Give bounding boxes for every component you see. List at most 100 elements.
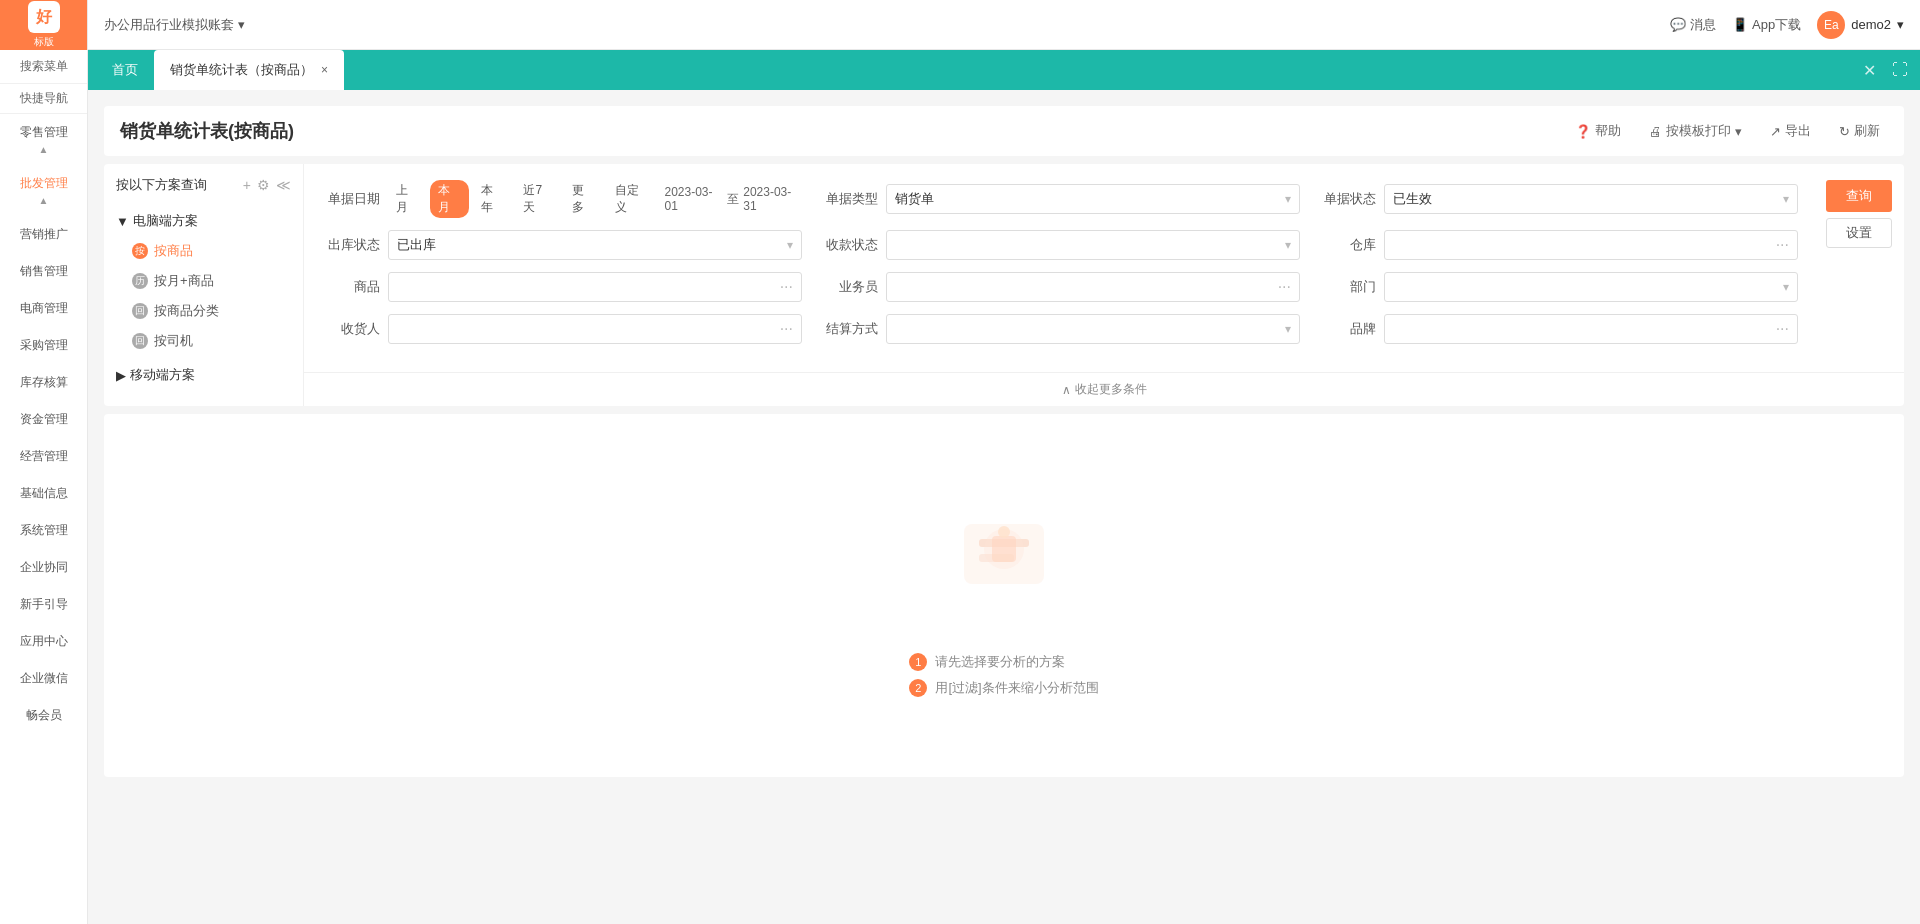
brand-input[interactable]: ··· [1384,314,1798,344]
filter-right: 单据日期 上月 本月 本年 近7天 更多 自定义 [304,164,1904,406]
tab-close-icon[interactable]: × [321,63,328,77]
date-label: 单据日期 [320,190,380,208]
search-menu[interactable]: 搜索菜单 [0,50,87,84]
out-status-caret-icon: ▾ [787,238,793,252]
scheme-item-by-goods[interactable]: 按 按商品 [104,236,303,266]
message-btn[interactable]: 💬 消息 [1670,16,1716,34]
salesman-input[interactable]: ··· [886,272,1300,302]
sidebar-item-finance[interactable]: 资金管理 [0,401,87,438]
settings-button[interactable]: 设置 [1826,218,1892,248]
sidebar-item-apps[interactable]: 应用中心 [0,623,87,660]
nav-label-newbie: 新手引导 [20,596,68,613]
sidebar-item-retail[interactable]: 零售管理▲ [0,114,87,165]
scheme-item-driver[interactable]: 回 按司机 [104,326,303,356]
add-scheme-icon[interactable]: + [243,177,251,193]
scheme-header: 按以下方案查询 + ⚙ ≪ [104,176,303,202]
help-label: 帮助 [1595,122,1621,140]
nav-label-finance: 资金管理 [20,411,68,428]
out-status-label: 出库状态 [320,236,380,254]
collapse-scheme-icon[interactable]: ≪ [276,177,291,193]
logo-subtext: 标版 [34,35,54,49]
sidebar-item-inventory[interactable]: 库存核算 [0,364,87,401]
filter-main: 单据日期 上月 本月 本年 近7天 更多 自定义 [304,164,1904,372]
shortcut-nav[interactable]: 快捷导航 [0,84,87,114]
filter-receive-status-field: 收款状态 ▾ [818,230,1300,260]
filter-scheme-sidebar: 按以下方案查询 + ⚙ ≪ ▼ 电脑端方案 按 [104,164,304,406]
receiver-input[interactable]: ··· [388,314,802,344]
collapse-label: 收起更多条件 [1075,381,1147,398]
scheme-icon-category: 回 [132,303,148,319]
bill-status-label: 单据状态 [1316,190,1376,208]
message-icon: 💬 [1670,17,1686,32]
sidebar-item-sales[interactable]: 销售管理 [0,253,87,290]
scheme-group-mobile-label: 移动端方案 [130,366,195,384]
app-logo[interactable]: 好 标版 [0,0,87,50]
date-tab-this-month[interactable]: 本月 [430,180,468,218]
sidebar-item-operation[interactable]: 经营管理 [0,438,87,475]
tab-active[interactable]: 销货单统计表（按商品） × [154,50,344,90]
goods-dots-icon[interactable]: ··· [780,278,793,296]
refresh-btn[interactable]: ↻ 刷新 [1831,118,1888,144]
query-button[interactable]: 查询 [1826,180,1892,212]
sidebar-item-ecommerce[interactable]: 电商管理 [0,290,87,327]
out-status-input[interactable]: 已出库 ▾ [388,230,802,260]
scheme-group-desktop-label: 电脑端方案 [133,212,198,230]
logo-icon: 好 [28,1,60,33]
warehouse-input[interactable]: ··· [1384,230,1798,260]
payment-caret-icon: ▾ [1285,322,1291,336]
bill-type-input[interactable]: 销货单 ▾ [886,184,1300,214]
scheme-icon-by-goods: 按 [132,243,148,259]
sidebar-item-wholesale[interactable]: 批发管理▲ [0,165,87,216]
filter-goods-field: 商品 ··· [320,272,802,302]
industry-selector[interactable]: 办公用品行业模拟账套 ▾ [104,16,245,34]
scheme-group-mobile-header[interactable]: ▶ 移动端方案 [104,360,303,390]
print-btn[interactable]: 🖨 按模板打印 ▾ [1641,118,1750,144]
nav-label-sales: 销售管理 [20,263,68,280]
collapse-bar[interactable]: ∧ 收起更多条件 [304,372,1904,406]
query-actions: 查询 设置 [1814,164,1904,264]
sidebar-item-system[interactable]: 系统管理 [0,512,87,549]
sidebar-item-wechat[interactable]: 企业微信 [0,660,87,697]
department-input[interactable]: ▾ [1384,272,1798,302]
payment-input[interactable]: ▾ [886,314,1300,344]
tab-home[interactable]: 首页 [96,50,154,90]
brand-dots-icon[interactable]: ··· [1776,320,1789,338]
receiver-dots-icon[interactable]: ··· [780,320,793,338]
filter-row-3: 商品 ··· 业务员 [320,272,1798,302]
scheme-group-desktop-header[interactable]: ▼ 电脑端方案 [104,206,303,236]
export-btn[interactable]: ↗ 导出 [1762,118,1819,144]
sidebar-item-basic[interactable]: 基础信息 [0,475,87,512]
sidebar-item-newbie[interactable]: 新手引导 [0,586,87,623]
settings-scheme-icon[interactable]: ⚙ [257,177,270,193]
avatar[interactable]: Ea [1817,11,1845,39]
date-tab-7days[interactable]: 近7天 [515,180,560,218]
salesman-dots-icon[interactable]: ··· [1278,278,1291,296]
goods-input[interactable]: ··· [388,272,802,302]
filter-out-status-field: 出库状态 已出库 ▾ [320,230,802,260]
help-btn[interactable]: ❓ 帮助 [1567,118,1629,144]
close-window-icon[interactable]: ✕ [1859,57,1880,84]
nav-label-basic: 基础信息 [20,485,68,502]
tip-num-2: 2 [909,679,927,697]
bill-type-label: 单据类型 [818,190,878,208]
nav-menu: 零售管理▲批发管理▲营销推广销售管理电商管理采购管理库存核算资金管理经营管理基础… [0,114,87,924]
scheme-item-month-goods[interactable]: 历 按月+商品 [104,266,303,296]
scheme-icon-month-goods: 历 [132,273,148,289]
sidebar-item-purchase[interactable]: 采购管理 [0,327,87,364]
user-section[interactable]: Ea demo2 ▾ [1817,11,1904,39]
sidebar-item-marketing[interactable]: 营销推广 [0,216,87,253]
date-tab-more[interactable]: 更多 [564,180,602,218]
date-tab-this-year[interactable]: 本年 [473,180,511,218]
app-download-btn[interactable]: 📱 App下载 [1732,16,1801,34]
date-tab-last-month[interactable]: 上月 [388,180,426,218]
scheme-item-category[interactable]: 回 按商品分类 [104,296,303,326]
date-tab-custom[interactable]: 自定义 [607,180,657,218]
maximize-icon[interactable]: ⛶ [1888,57,1912,83]
print-label: 按模板打印 [1666,122,1731,140]
warehouse-dots-icon[interactable]: ··· [1776,236,1789,254]
tabbar: 首页 销货单统计表（按商品） × ✕ ⛶ [88,50,1920,90]
receive-status-input[interactable]: ▾ [886,230,1300,260]
bill-status-input[interactable]: 已生效 ▾ [1384,184,1798,214]
sidebar-item-enterprise[interactable]: 企业协同 [0,549,87,586]
sidebar-item-member[interactable]: 畅会员 [0,697,87,734]
